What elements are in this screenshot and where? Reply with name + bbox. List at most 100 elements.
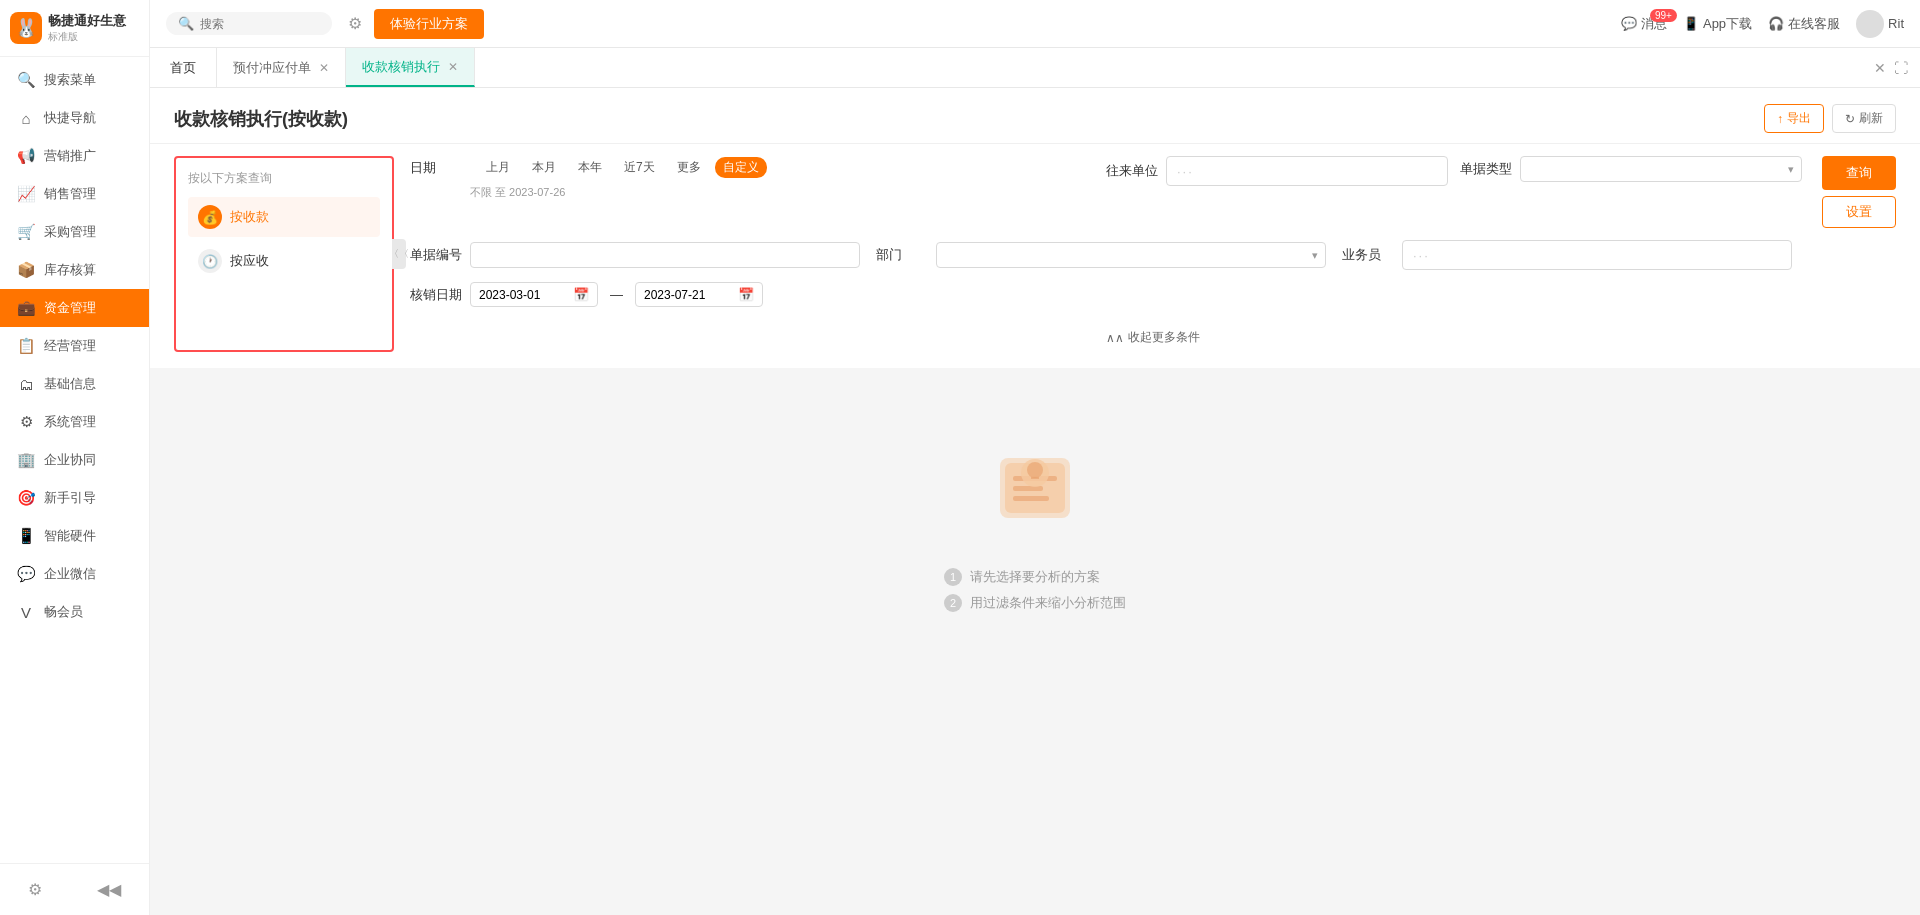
- sidebar-item-enterprise[interactable]: 🏢企业协同: [0, 441, 149, 479]
- sidebar-item-quick[interactable]: ⌂快捷导航: [0, 99, 149, 137]
- sidebar-item-marketing[interactable]: 📢营销推广: [0, 137, 149, 175]
- bill-no-input[interactable]: [470, 242, 860, 268]
- sidebar-label-sales: 销售管理: [44, 185, 96, 203]
- search-box[interactable]: 🔍: [166, 12, 332, 35]
- bill-type-field: 单据类型: [1460, 156, 1802, 182]
- tab-prepay-close[interactable]: ✕: [319, 61, 329, 75]
- date-this-month[interactable]: 本月: [524, 156, 564, 179]
- gear-icon[interactable]: ⚙: [348, 14, 362, 33]
- sidebar-label-basic: 基础信息: [44, 375, 96, 393]
- tab-actions: ✕ ⛶: [1862, 48, 1920, 87]
- tab-close-all-icon[interactable]: ✕: [1874, 60, 1886, 76]
- date-range-separator: —: [610, 287, 623, 302]
- collapse-more-btn[interactable]: ∧∧ 收起更多条件: [410, 323, 1896, 352]
- logo-icon: 🐰: [10, 12, 42, 44]
- basic-icon: 🗂: [16, 376, 36, 393]
- date-last-month[interactable]: 上月: [478, 156, 518, 179]
- date-more[interactable]: 更多: [669, 156, 709, 179]
- app-download-label: App下载: [1703, 15, 1752, 33]
- quick-icon: ⌂: [16, 110, 36, 127]
- search-input[interactable]: [200, 17, 320, 31]
- counterpart-label: 往来单位: [1106, 162, 1158, 180]
- content-area: 收款核销执行(按收款) ↑ 导出 ↻ 刷新 按以下方案查询 💰 按收款: [150, 88, 1920, 915]
- filter-option-by-receivable[interactable]: 🕐 按应收: [188, 241, 380, 281]
- newbie-icon: 🎯: [16, 489, 36, 507]
- sidebar-label-inventory: 库存核算: [44, 261, 96, 279]
- setting-button[interactable]: 设置: [1822, 196, 1896, 228]
- tabbar: 首页 预付冲应付单 ✕ 收款核销执行 ✕ ✕ ⛶: [150, 48, 1920, 88]
- verify-date-end[interactable]: [644, 288, 734, 302]
- collapse-left-btn[interactable]: 〈〈: [392, 239, 406, 269]
- message-badge: 99+: [1650, 9, 1677, 22]
- filter-row-verify-date: 核销日期 📅 — 📅: [410, 282, 1896, 307]
- sidebar-label-marketing: 营销推广: [44, 147, 96, 165]
- date-note: 不限 至 2023-07-26: [470, 185, 1094, 200]
- online-service-link[interactable]: 🎧 在线客服: [1768, 15, 1840, 33]
- filter-row-date: 日期 上月 本月 本年 近7天 更多 自定义: [410, 156, 1094, 179]
- tab-receipt-close[interactable]: ✕: [448, 60, 458, 74]
- bill-type-select[interactable]: [1520, 156, 1802, 182]
- empty-line2: 用过滤条件来缩小分析范围: [970, 590, 1126, 616]
- calendar-end-icon[interactable]: 📅: [738, 287, 754, 302]
- sidebar-item-wechat[interactable]: 💬企业微信: [0, 555, 149, 593]
- date-7days[interactable]: 近7天: [616, 156, 663, 179]
- filter-option-by-receipt[interactable]: 💰 按收款: [188, 197, 380, 237]
- counterpart-input[interactable]: ···: [1166, 156, 1448, 186]
- empty-line1: 请先选择要分析的方案: [970, 564, 1100, 590]
- user-name-label[interactable]: Rit: [1856, 10, 1904, 38]
- sales-icon: 📈: [16, 185, 36, 203]
- sales-input[interactable]: ···: [1402, 240, 1792, 270]
- svg-rect-4: [1013, 496, 1049, 501]
- sidebar-item-purchase[interactable]: 🛒采购管理: [0, 213, 149, 251]
- message-link[interactable]: 💬 消息 99+: [1621, 15, 1667, 33]
- tab-home[interactable]: 首页: [150, 48, 217, 87]
- sidebar-item-member[interactable]: V畅会员: [0, 593, 149, 631]
- export-button[interactable]: ↑ 导出: [1764, 104, 1824, 133]
- sidebar-label-newbie: 新手引导: [44, 489, 96, 507]
- page-title: 收款核销执行(按收款): [174, 107, 348, 131]
- sidebar-label-wechat: 企业微信: [44, 565, 96, 583]
- sidebar-item-hardware[interactable]: 📱智能硬件: [0, 517, 149, 555]
- sidebar-item-search[interactable]: 🔍搜索菜单: [0, 61, 149, 99]
- sidebar-label-search: 搜索菜单: [44, 71, 96, 89]
- app-download-icon: 📱: [1683, 16, 1699, 31]
- collapse-sidebar-icon[interactable]: ◀◀: [91, 874, 127, 905]
- app-logo: 🐰 畅捷通好生意 标准版: [0, 0, 149, 57]
- filter-scheme-selector: 按以下方案查询 💰 按收款 🕐 按应收 〈〈: [174, 156, 394, 352]
- receivable-icon: 🕐: [198, 249, 222, 273]
- tab-receipt[interactable]: 收款核销执行 ✕: [346, 48, 475, 87]
- tab-receipt-label: 收款核销执行: [362, 58, 440, 76]
- sidebar-item-sales[interactable]: 📈 销售管理: [0, 175, 149, 213]
- sidebar-item-basic[interactable]: 🗂 基础信息: [0, 365, 149, 403]
- tab-spacer: [475, 48, 1862, 87]
- calendar-start-icon[interactable]: 📅: [573, 287, 589, 302]
- empty-text: 1 请先选择要分析的方案 2 用过滤条件来缩小分析范围: [944, 564, 1126, 616]
- empty-step2: 2 用过滤条件来缩小分析范围: [944, 590, 1126, 616]
- settings-bottom-icon[interactable]: ⚙: [22, 874, 48, 905]
- date-custom-tag[interactable]: 自定义: [715, 157, 767, 178]
- empty-state: 1 请先选择要分析的方案 2 用过滤条件来缩小分析范围: [150, 368, 1920, 656]
- tab-prepay[interactable]: 预付冲应付单 ✕: [217, 48, 346, 87]
- service-icon: 🎧: [1768, 16, 1784, 31]
- sidebar-item-inventory[interactable]: 📦库存核算: [0, 251, 149, 289]
- query-button[interactable]: 查询: [1822, 156, 1896, 190]
- filter-panel: 按以下方案查询 💰 按收款 🕐 按应收 〈〈 日期: [150, 144, 1920, 368]
- tab-expand-icon[interactable]: ⛶: [1894, 60, 1908, 76]
- bill-no-field: 单据编号: [410, 242, 860, 268]
- search-icon: 🔍: [178, 16, 194, 31]
- verify-date-start[interactable]: [479, 288, 569, 302]
- sales-label: 业务员: [1342, 246, 1394, 264]
- filter-action-buttons: 查询 设置: [1822, 156, 1896, 228]
- date-this-year[interactable]: 本年: [570, 156, 610, 179]
- refresh-button[interactable]: ↻ 刷新: [1832, 104, 1896, 133]
- sidebar-item-finance[interactable]: 💼资金管理: [0, 289, 149, 327]
- sidebar-item-operation[interactable]: 📋经营管理: [0, 327, 149, 365]
- verify-date-end-wrap: 📅: [635, 282, 763, 307]
- app-download-link[interactable]: 📱 App下载: [1683, 15, 1752, 33]
- sidebar-label-member: 畅会员: [44, 603, 83, 621]
- verify-date-field: 核销日期 📅 — 📅: [410, 282, 1896, 307]
- sidebar-item-newbie[interactable]: 🎯 新手引导: [0, 479, 149, 517]
- sidebar-item-system[interactable]: ⚙系统管理: [0, 403, 149, 441]
- dept-select[interactable]: [936, 242, 1326, 268]
- industry-btn[interactable]: 体验行业方案: [374, 9, 484, 39]
